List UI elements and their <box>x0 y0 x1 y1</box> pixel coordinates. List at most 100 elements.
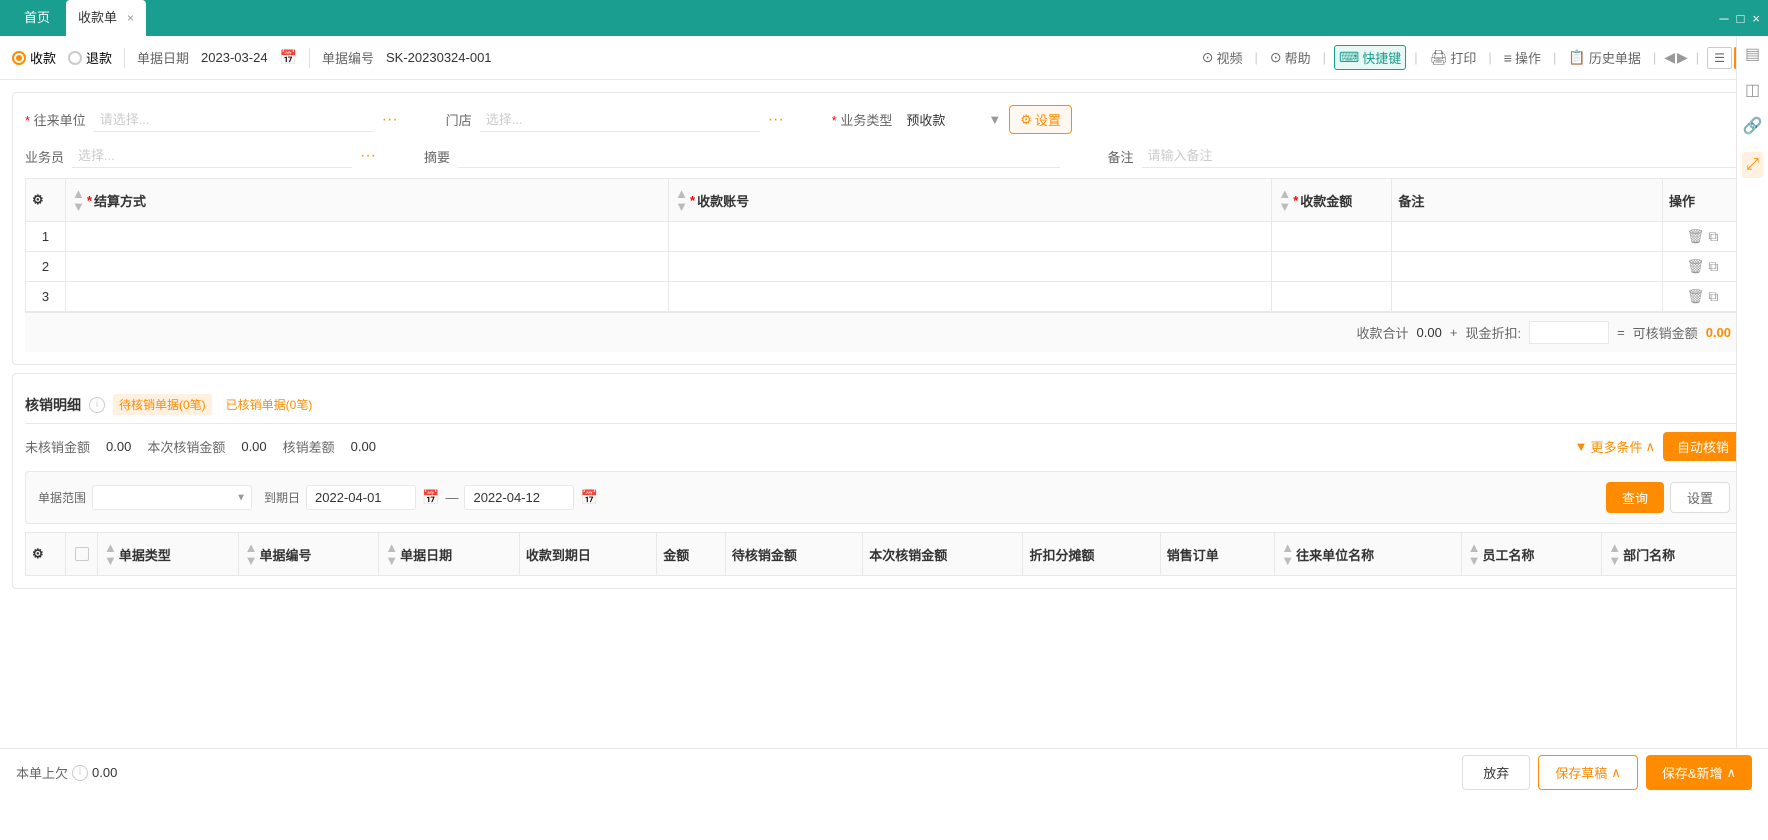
discard-button[interactable]: 放弃 <box>1462 755 1530 790</box>
setting-button[interactable]: ⚙ 设置 <box>1009 105 1072 134</box>
settle-cell-2[interactable] <box>66 252 669 282</box>
summary-input[interactable] <box>458 144 1059 168</box>
tab-done[interactable]: 已核销单据(0笔) <box>220 394 319 415</box>
payment-type-group: 收款 退款 <box>12 48 112 67</box>
remark-input[interactable] <box>1142 144 1743 168</box>
quota-info-icon[interactable]: i <box>72 765 88 781</box>
counterpart-more-icon[interactable]: ··· <box>382 111 398 129</box>
btn-shortcut[interactable]: ⌨ 快捷键 <box>1334 45 1406 70</box>
account-cell-3[interactable] <box>669 282 1272 312</box>
delete-icon-2[interactable]: 🗑 <box>1687 258 1705 275</box>
th-amount-bottom: 金额 <box>657 533 726 576</box>
delete-icon-1[interactable]: 🗑 <box>1687 228 1705 245</box>
btn-video[interactable]: ⊙ 视频 <box>1198 46 1247 69</box>
remark-cell-3[interactable] <box>1392 282 1663 312</box>
copy-icon-2[interactable]: ⧉ <box>1708 258 1718 275</box>
verify-info-icon[interactable]: i <box>89 397 105 413</box>
due-label: 到期日 <box>264 489 300 506</box>
more-filter-btn[interactable]: ▼ 更多条件 ∧ <box>1575 437 1655 456</box>
th-gear-bottom[interactable]: ⚙ <box>26 533 66 576</box>
tab-home[interactable]: 首页 <box>8 0 66 36</box>
window-close-icon[interactable]: × <box>1752 11 1760 26</box>
row-num-3: 3 <box>26 282 66 312</box>
sidebar-expand-icon[interactable]: ⤢ <box>1742 152 1763 178</box>
th-settle: ▲▼ * 结算方式 <box>66 179 669 222</box>
th-doc-num: ▲▼ 单据编号 <box>238 533 379 576</box>
setting-button-2[interactable]: 设置 <box>1670 482 1730 513</box>
radio-refund[interactable]: 退款 <box>68 48 112 67</box>
save-new-button[interactable]: 保存&新增 ∧ <box>1646 755 1752 790</box>
video-icon: ⊙ <box>1202 49 1214 66</box>
th-counterpart: ▲▼ 往来单位名称 <box>1275 533 1461 576</box>
auto-verify-btn[interactable]: 自动核销 <box>1663 432 1743 461</box>
btn-help[interactable]: ⊙ 帮助 <box>1266 46 1315 69</box>
diff-val: 0.00 <box>351 439 376 454</box>
tab-active[interactable]: 收款单 × <box>66 0 146 36</box>
btn-history-label: 历史单据 <box>1589 48 1641 67</box>
tab-close-icon[interactable]: × <box>127 0 134 36</box>
staff-more-icon[interactable]: ··· <box>360 147 376 165</box>
search-buttons: 查询 设置 <box>1606 482 1730 513</box>
remark-cell-2[interactable] <box>1392 252 1663 282</box>
calendar-icon[interactable]: 📅 <box>280 49 297 66</box>
staff-input[interactable] <box>72 144 352 168</box>
footer: 本单上欠 i 0.00 放弃 保存草稿 ∧ 保存&新增 ∧ <box>0 748 1768 796</box>
search-row: 单据范围 ▼ 到期日 📅 — 📅 查询 设置 <box>25 471 1743 524</box>
discount-label: 现金折扣: <box>1465 323 1521 342</box>
copy-icon-3[interactable]: ⧉ <box>1708 288 1718 305</box>
verify-section: 核销明细 i 待核销单据(0笔) 已核销单据(0笔) 未核销金额 0.00 本次… <box>12 373 1756 589</box>
radio-income[interactable]: 收款 <box>12 48 56 67</box>
date-to-input[interactable] <box>464 485 574 510</box>
date-from-input[interactable] <box>306 485 416 510</box>
th-amount: ▲▼ * 收款金额 <box>1272 179 1392 222</box>
biz-type-arrow-icon[interactable]: ▼ <box>988 112 1001 127</box>
unchecked-val: 0.00 <box>106 439 131 454</box>
range-select[interactable] <box>92 485 252 510</box>
amount-cell-1[interactable] <box>1272 222 1392 252</box>
tab-pending[interactable]: 待核销单据(0笔) <box>113 394 212 415</box>
btn-print[interactable]: 🖨 打印 <box>1426 46 1481 69</box>
account-cell-2[interactable] <box>669 252 1272 282</box>
view-list-btn[interactable]: ☰ <box>1707 47 1732 69</box>
shop-label: 门店 <box>446 110 472 129</box>
btn-shortcut-label: 快捷键 <box>1362 48 1401 67</box>
shop-input[interactable] <box>480 108 760 132</box>
sidebar-link-icon[interactable]: 🔗 <box>1743 116 1763 136</box>
doc-num-value: SK-20230324-001 <box>386 50 492 65</box>
query-button[interactable]: 查询 <box>1606 482 1664 513</box>
toolbar: 收款 退款 单据日期 2023-03-24 📅 单据编号 SK-20230324… <box>0 36 1768 80</box>
window-min-icon[interactable]: ─ <box>1719 11 1728 26</box>
btn-history[interactable]: 📋 历史单据 <box>1564 46 1644 69</box>
settle-cell-3[interactable] <box>66 282 669 312</box>
shop-more-icon[interactable]: ··· <box>768 111 784 129</box>
copy-icon-1[interactable]: ⧉ <box>1708 228 1718 245</box>
discount-input[interactable] <box>1529 321 1609 344</box>
diff-label: 核销差额 <box>283 437 335 456</box>
btn-help-label: 帮助 <box>1285 48 1311 67</box>
sidebar-doc-icon[interactable]: ◫ <box>1745 80 1760 100</box>
nav-prev-icon[interactable]: ◀ <box>1664 49 1675 66</box>
nav-next-icon[interactable]: ▶ <box>1677 49 1688 66</box>
doc-num-label: 单据编号 <box>322 48 374 67</box>
counterpart-input[interactable] <box>94 108 374 132</box>
draft-button[interactable]: 保存草稿 ∧ <box>1538 755 1638 790</box>
plus-sign: + <box>1450 325 1458 340</box>
current-label: 本次核销金额 <box>147 437 225 456</box>
cal-from-icon[interactable]: 📅 <box>422 489 439 506</box>
cal-to-icon[interactable]: 📅 <box>580 489 597 506</box>
amount-cell-3[interactable] <box>1272 282 1392 312</box>
account-cell-1[interactable] <box>669 222 1272 252</box>
th-gear[interactable]: ⚙ <box>26 179 66 222</box>
select-all-checkbox[interactable] <box>75 547 89 561</box>
amount-cell-2[interactable] <box>1272 252 1392 282</box>
window-max-icon[interactable]: □ <box>1737 11 1745 26</box>
main-content: 往来单位 ··· 门店 ··· 业务类型 预收款 ▼ ⚙ 设置 业务员 ··· … <box>0 80 1768 840</box>
verify-title: 核销明细 <box>25 395 81 415</box>
delete-icon-3[interactable]: 🗑 <box>1687 288 1705 305</box>
due-date-field: 到期日 📅 — 📅 <box>264 485 598 510</box>
remark-cell-1[interactable] <box>1392 222 1663 252</box>
shortcut-icon: ⌨ <box>1339 49 1359 66</box>
settle-cell-1[interactable] <box>66 222 669 252</box>
sidebar-table-icon[interactable]: ▤ <box>1745 44 1760 64</box>
btn-operation[interactable]: ≡ 操作 <box>1500 46 1545 69</box>
